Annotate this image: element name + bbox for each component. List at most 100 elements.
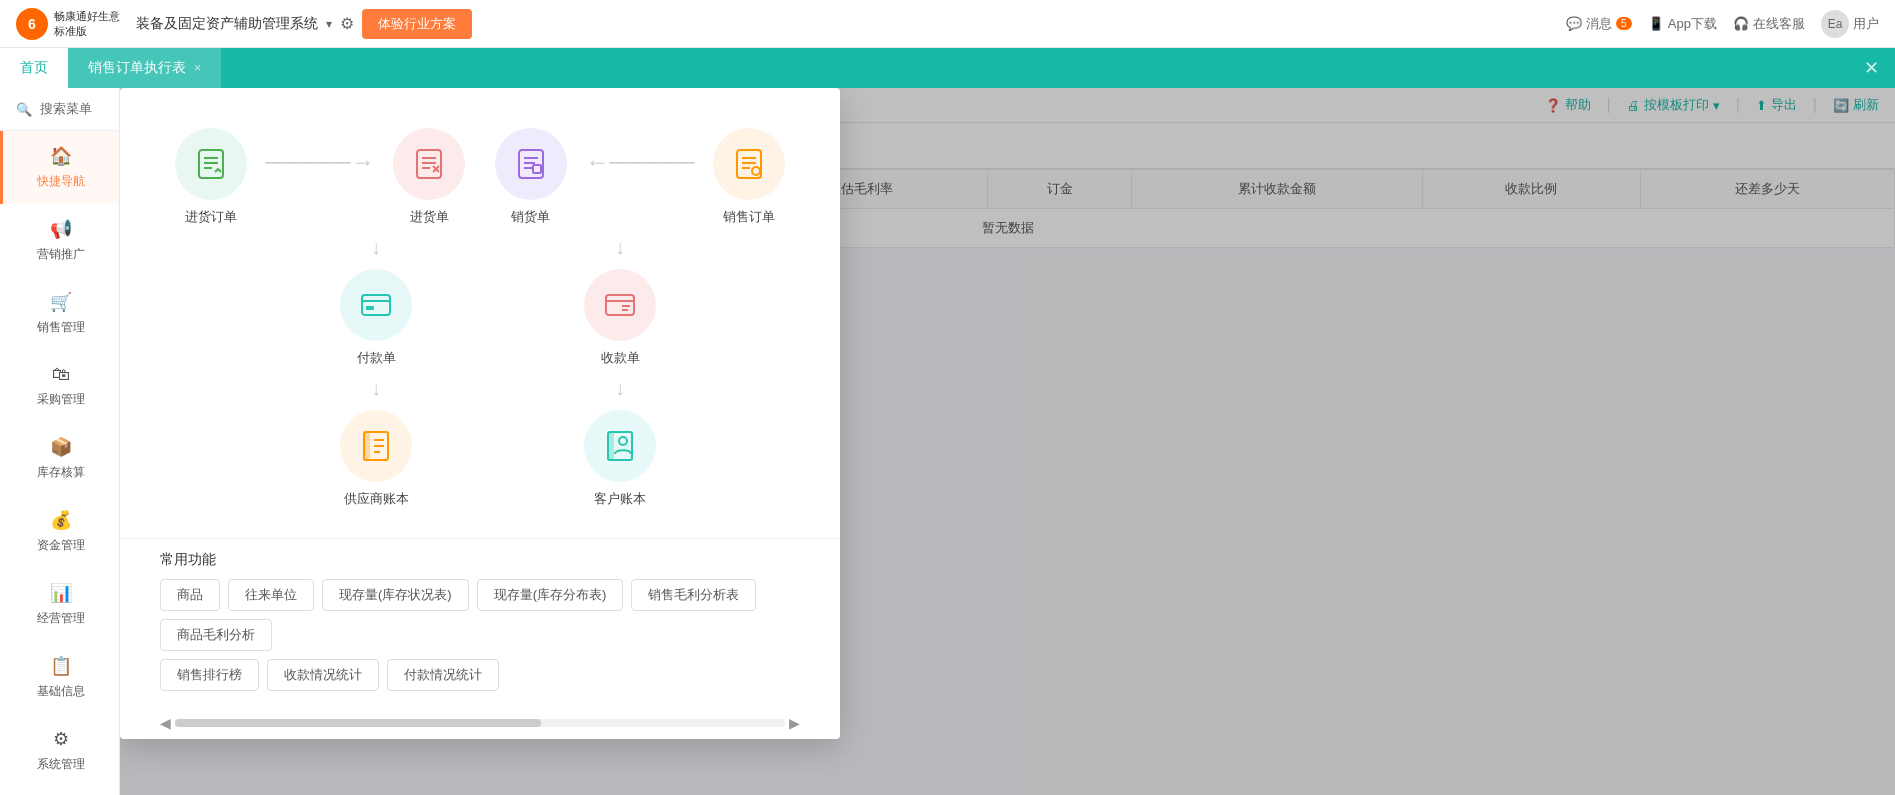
sales-order-circle — [713, 128, 785, 200]
system-dropdown-btn[interactable]: ▾ — [326, 17, 332, 31]
marketing-icon: 📢 — [50, 218, 72, 240]
flow-row-arrows-2: ↓ ↓ — [316, 377, 800, 400]
flow-node-supplier-book[interactable]: 供应商账本 — [316, 410, 436, 508]
sidebar-item-marketing[interactable]: 📢 营销推广 — [0, 204, 119, 277]
svg-point-34 — [619, 437, 627, 445]
system-title: 装备及固定资产辅助管理系统 — [136, 15, 318, 33]
arrow-h-2: ←───── — [581, 148, 698, 176]
sidebar-item-enterprise[interactable]: 🤝 企业协同 — [0, 787, 119, 795]
finance-icon: 💰 — [50, 509, 72, 531]
inventory-icon: 📦 — [50, 436, 72, 458]
operations-icon: 📊 — [50, 582, 72, 604]
svg-rect-20 — [362, 295, 390, 315]
phone-icon: 📱 — [1648, 16, 1664, 31]
tab-home[interactable]: 首页 — [0, 48, 68, 88]
func-buttons-2: 销售排行榜 收款情况统计 付款情况统计 — [160, 659, 800, 691]
sidebar-item-sales[interactable]: 🛒 销售管理 — [0, 277, 119, 350]
flow-node-purchase-slip[interactable]: 进货单 — [379, 128, 480, 226]
system-icon: ⚙ — [53, 728, 69, 750]
flow-node-payment[interactable]: 付款单 — [316, 269, 436, 367]
func-btn-sales-profit[interactable]: 销售毛利分析表 — [631, 579, 756, 611]
func-btn-counterparty[interactable]: 往来单位 — [228, 579, 314, 611]
modal-box: 进货订单 ─────→ 进货单 — [120, 88, 840, 739]
func-btn-payment-stats[interactable]: 付款情况统计 — [387, 659, 499, 691]
sales-icon: 🛒 — [50, 291, 72, 313]
func-btn-goods[interactable]: 商品 — [160, 579, 220, 611]
arrow-v-payment: ↓ — [316, 377, 436, 400]
flow-node-receipt[interactable]: 收款单 — [560, 269, 680, 367]
quick-nav-icon: 🏠 — [50, 145, 72, 167]
scroll-track[interactable] — [175, 719, 785, 727]
header-right: 💬 消息 5 📱 App下载 🎧 在线客服 Ea 用户 — [1566, 10, 1879, 38]
sidebar-item-basic-info[interactable]: 📋 基础信息 — [0, 641, 119, 714]
purchase-slip-label: 进货单 — [410, 208, 449, 226]
search-icon: 🔍 — [16, 102, 32, 117]
flow-node-customer-book[interactable]: 客户账本 — [560, 410, 680, 508]
func-btn-inventory-dist[interactable]: 现存量(库存分布表) — [477, 579, 624, 611]
func-btn-inventory-status[interactable]: 现存量(库存状况表) — [322, 579, 469, 611]
message-icon: 💬 — [1566, 16, 1582, 31]
payment-circle — [340, 269, 412, 341]
system-title-area: 装备及固定资产辅助管理系统 ▾ ⚙ 体验行业方案 — [136, 9, 1566, 39]
purchase-icon: 🛍 — [52, 364, 70, 385]
sales-slip-circle — [495, 128, 567, 200]
basic-info-icon: 📋 — [50, 655, 72, 677]
top-header: 6 畅康通好生意 标准版 装备及固定资产辅助管理系统 ▾ ⚙ 体验行业方案 💬 … — [0, 0, 1895, 48]
flow-row-arrows: ↓ ↓ — [316, 236, 800, 259]
purchase-order-label: 进货订单 — [185, 208, 237, 226]
online-service-item[interactable]: 🎧 在线客服 — [1733, 15, 1805, 33]
nav-tabs: 首页 销售订单执行表 × ✕ — [0, 48, 1895, 88]
arrow-v-purchase: ↓ — [316, 236, 436, 259]
svg-rect-22 — [366, 306, 374, 310]
common-func: 常用功能 商品 往来单位 现存量(库存状况表) 现存量(库存分布表) 销售毛利分… — [120, 538, 840, 711]
flow-node-sales-order[interactable]: 销售订单 — [699, 128, 800, 226]
sales-order-label: 销售订单 — [723, 208, 775, 226]
flow-area: 进货订单 ─────→ 进货单 — [120, 88, 840, 538]
message-item[interactable]: 💬 消息 5 — [1566, 15, 1632, 33]
supplier-book-label: 供应商账本 — [344, 490, 409, 508]
app-download-item[interactable]: 📱 App下载 — [1648, 15, 1717, 33]
scroll-thumb — [175, 719, 541, 727]
main-layout: 🔍 搜索菜单 🏠 快捷导航 📢 营销推广 🛒 销售管理 🛍 采购管理 📦 库存核… — [0, 88, 1895, 795]
arrow-v-receipt: ↓ — [560, 377, 680, 400]
svg-rect-28 — [364, 432, 370, 460]
sidebar-item-system[interactable]: ⚙ 系统管理 — [0, 714, 119, 787]
logo-icon: 6 — [16, 8, 48, 40]
sidebar-item-operations[interactable]: 📊 经营管理 — [0, 568, 119, 641]
sidebar-item-quick-nav[interactable]: 🏠 快捷导航 — [0, 131, 119, 204]
common-func-title: 常用功能 — [160, 551, 800, 569]
arrow-h-1: ─────→ — [261, 148, 378, 176]
tab-close-icon[interactable]: × — [194, 61, 201, 75]
content-area: ❓ 帮助 | 🖨 按模板打印 ▾ | ⬆ 导出 | 🔄 刷新 📅 — [120, 88, 1895, 795]
func-btn-receipt-stats[interactable]: 收款情况统计 — [267, 659, 379, 691]
service-icon: 🎧 — [1733, 16, 1749, 31]
logo-text: 畅康通好生意 标准版 — [54, 9, 120, 38]
avatar: Ea — [1821, 10, 1849, 38]
sidebar-item-inventory[interactable]: 📦 库存核算 — [0, 422, 119, 495]
payment-label: 付款单 — [357, 349, 396, 367]
purchase-slip-circle — [393, 128, 465, 200]
func-btn-goods-profit[interactable]: 商品毛利分析 — [160, 619, 272, 651]
sidebar-item-purchase[interactable]: 🛍 采购管理 — [0, 350, 119, 422]
search-menu-item[interactable]: 🔍 搜索菜单 — [0, 88, 119, 131]
scroll-left-icon[interactable]: ◀ — [160, 715, 171, 731]
message-badge: 5 — [1616, 17, 1632, 30]
tab-sales-order-exec[interactable]: 销售订单执行表 × — [68, 48, 221, 88]
sidebar: 🔍 搜索菜单 🏠 快捷导航 📢 营销推广 🛒 销售管理 🛍 采购管理 📦 库存核… — [0, 88, 120, 795]
flow-node-sales-slip[interactable]: 销货单 — [480, 128, 581, 226]
customer-book-circle — [584, 410, 656, 482]
receipt-label: 收款单 — [601, 349, 640, 367]
flow-row-3: 供应商账本 客户账本 — [316, 410, 800, 508]
modal-overlay: 进货订单 ─────→ 进货单 — [120, 88, 1895, 795]
svg-rect-14 — [533, 165, 541, 173]
func-buttons: 商品 往来单位 现存量(库存状况表) 现存量(库存分布表) 销售毛利分析表 商品… — [160, 579, 800, 651]
sidebar-item-finance[interactable]: 💰 资金管理 — [0, 495, 119, 568]
sales-slip-label: 销货单 — [511, 208, 550, 226]
user-item[interactable]: Ea 用户 — [1821, 10, 1879, 38]
tab-close-right[interactable]: ✕ — [1864, 57, 1895, 79]
scroll-right-icon[interactable]: ▶ — [789, 715, 800, 731]
func-btn-sales-rank[interactable]: 销售排行榜 — [160, 659, 259, 691]
settings-icon[interactable]: ⚙ — [340, 14, 354, 33]
flow-node-purchase-order[interactable]: 进货订单 — [160, 128, 261, 226]
trial-btn[interactable]: 体验行业方案 — [362, 9, 472, 39]
